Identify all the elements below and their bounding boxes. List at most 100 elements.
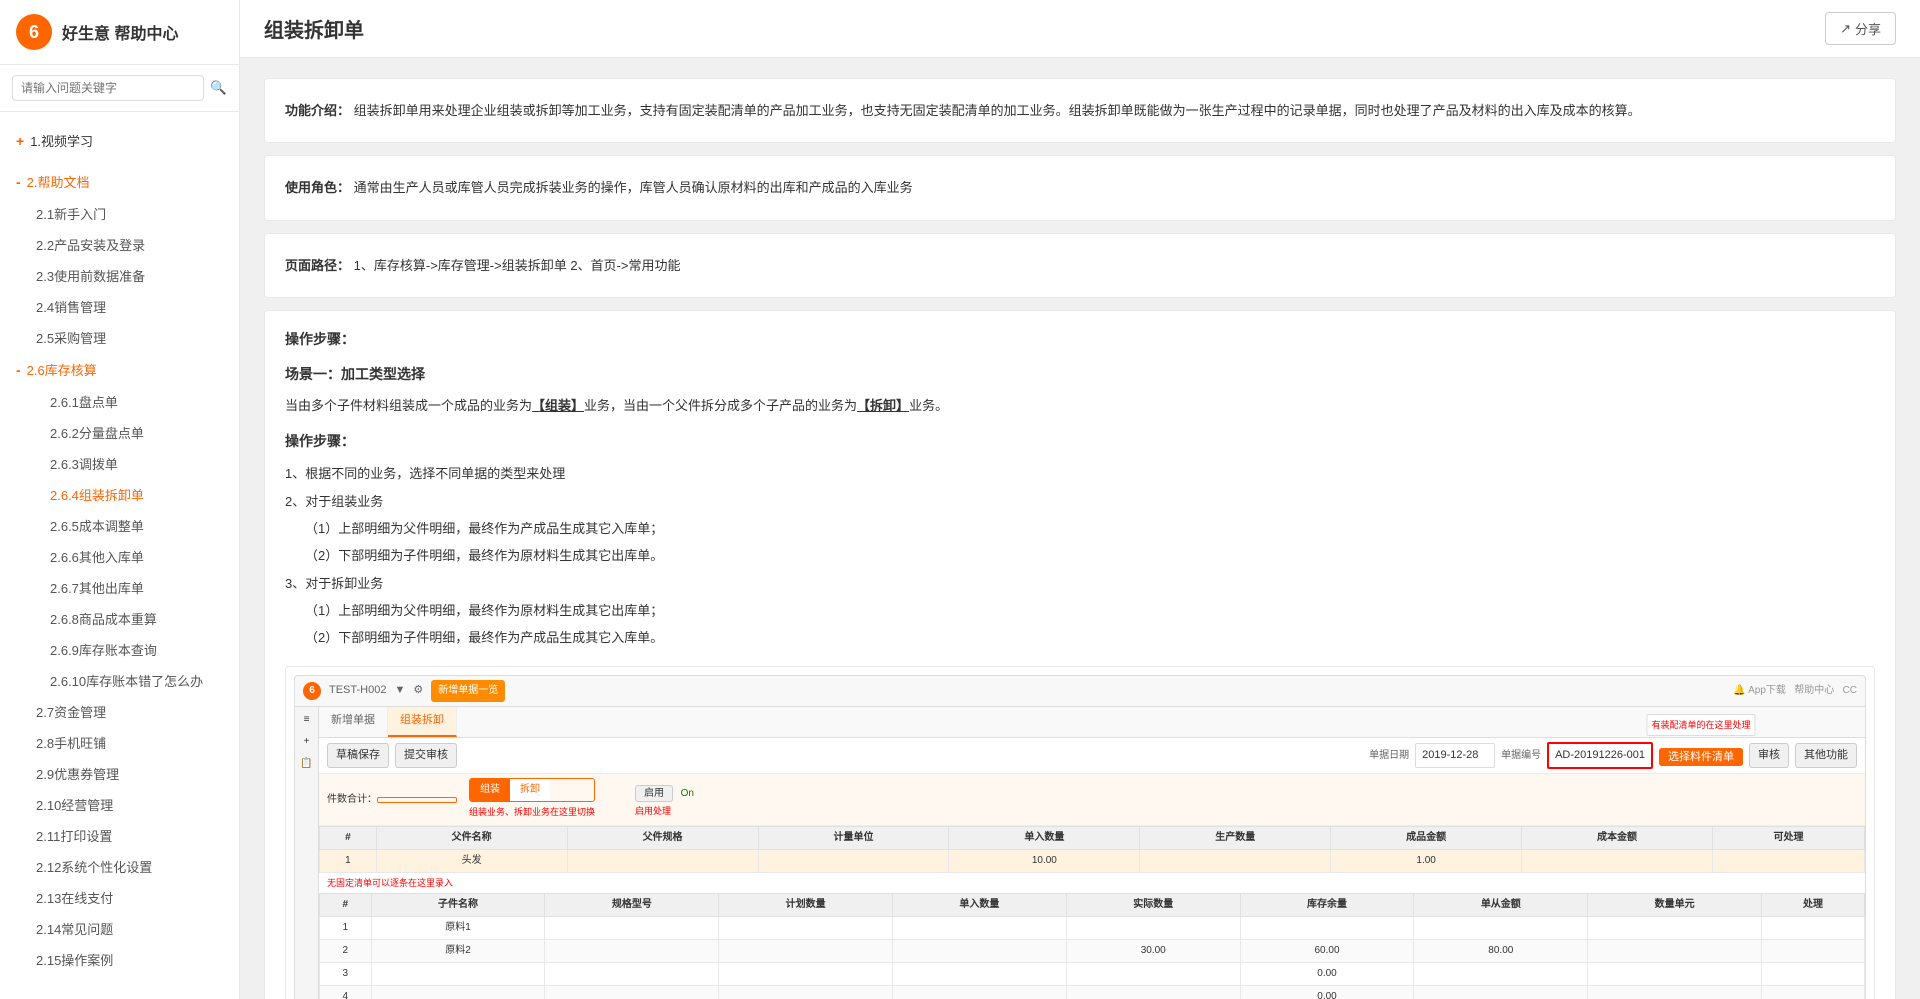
path-card: 页面路径： 1、库存核算->库存管理->组装拆卸单 2、首页->常用功能 bbox=[264, 233, 1896, 298]
mock-th2-process: 处理 bbox=[1762, 893, 1865, 916]
sidebar-item-inventory-ledger[interactable]: 2.6.9库存账本查询 bbox=[0, 634, 239, 665]
sidebar-nav: + 1.视频学习 - 2.帮助文档 2.1新手入门 2.2产品安装及登录 2.3… bbox=[0, 112, 239, 999]
sidebar-item-partial-stocktake[interactable]: 2.6.2分量盘点单 bbox=[0, 417, 239, 448]
mock-td-1-proc bbox=[1712, 849, 1864, 872]
mock-enable-btn[interactable]: 启用 bbox=[635, 785, 673, 802]
sidebar-item-inventory-fix[interactable]: 2.6.10库存账本错了怎么办 bbox=[0, 665, 239, 696]
mock-td-1-num: 1 bbox=[320, 849, 377, 872]
mock-child-row-1: 1 原料1 bbox=[320, 916, 1865, 939]
sidebar-item-label-26: 2.6库存核算 bbox=[27, 360, 97, 379]
mock-td-1-qin: 10.00 bbox=[949, 849, 1140, 872]
sidebar-item-other-out[interactable]: 2.6.7其他出库单 bbox=[0, 572, 239, 603]
mock-th2-unit-from: 单从金额 bbox=[1414, 893, 1588, 916]
sidebar-item-cases[interactable]: 2.15操作案例 bbox=[0, 944, 239, 975]
mock-type-assembly[interactable]: 组装 bbox=[470, 779, 510, 801]
mock-th-product-amt: 成品金额 bbox=[1331, 826, 1522, 849]
mock-th2-actual: 实际数量 bbox=[1066, 893, 1240, 916]
mock-td-1-pqty bbox=[1140, 849, 1331, 872]
mock-th-processable: 可处理 bbox=[1712, 826, 1864, 849]
sidebar-item-other-in[interactable]: 2.6.6其他入库单 bbox=[0, 541, 239, 572]
sidebar-item-video[interactable]: + 1.视频学习 bbox=[0, 124, 239, 157]
search-button[interactable]: 🔍 bbox=[210, 80, 227, 96]
mock-th-cost-amt: 成本金额 bbox=[1522, 826, 1713, 849]
mock-td-1-spec bbox=[567, 849, 758, 872]
mock-th2-num: # bbox=[320, 893, 372, 916]
mock-bom-btn[interactable]: 选择料件清单 bbox=[1659, 748, 1743, 766]
scene1-desc-text: 当由多个子件材料组装成一个成品的业务为 bbox=[285, 398, 532, 413]
mock-form-date-val: 2019-12-28 bbox=[1415, 743, 1495, 769]
mock-child-row-4: 4 0.00 bbox=[320, 985, 1865, 999]
page-title: 组装拆卸单 bbox=[264, 14, 364, 43]
sidebar-item-coupon[interactable]: 2.9优惠券管理 bbox=[0, 758, 239, 789]
sidebar-item-help-docs[interactable]: - 2.帮助文档 bbox=[0, 165, 239, 198]
mock-save-btn[interactable]: 草稿保存 bbox=[327, 743, 389, 769]
step3-2-text: （2）下部明细为子件明细，最终作为产成品生成其它入库单。 bbox=[305, 626, 1875, 649]
screenshot-container: 6 TEST-H002 ▼ ⚙ 新增单据一览 🔔 App下载 帮助中心 CC ≡… bbox=[285, 666, 1875, 999]
mock-submit-btn[interactable]: 提交审核 bbox=[395, 743, 457, 769]
sidebar-item-customize[interactable]: 2.12系统个性化设置 bbox=[0, 851, 239, 882]
sidebar-item-transfer[interactable]: 2.6.3调拨单 bbox=[0, 448, 239, 479]
sidebar-item-ops[interactable]: 2.10经营管理 bbox=[0, 789, 239, 820]
mock-td-1-camt bbox=[1522, 849, 1713, 872]
logo-area: 6 好生意 帮助中心 bbox=[0, 0, 239, 65]
sidebar-item-online-pay[interactable]: 2.13在线支付 bbox=[0, 882, 239, 913]
mock-tab-new[interactable]: 新增单据 bbox=[319, 707, 388, 737]
sidebar-item-label-2: 2.帮助文档 bbox=[27, 172, 90, 191]
role-card: 使用角色： 通常由生产人员或库管人员完成拆装业务的操作，库管人员确认原材料的出库… bbox=[264, 155, 1896, 220]
mock-new-btn[interactable]: 新增单据一览 bbox=[431, 680, 505, 702]
disassembly-term: 【拆卸】 bbox=[857, 398, 909, 413]
nav-section-2: - 2.帮助文档 2.1新手入门 2.2产品安装及登录 2.3使用前数据准备 2… bbox=[0, 161, 239, 979]
main-header: 组装拆卸单 ↗ 分享 bbox=[240, 0, 1920, 58]
mock-type-disassembly[interactable]: 拆卸 bbox=[510, 779, 550, 801]
search-input[interactable] bbox=[12, 75, 204, 101]
step3-1-text: （1）上部明细为父件明细，最终作为原材料生成其它出库单； bbox=[305, 599, 1875, 622]
sidebar-item-faq[interactable]: 2.14常见问题 bbox=[0, 913, 239, 944]
steps-intro: 操作步骤： bbox=[285, 429, 1875, 454]
feature-intro-text: 功能介绍： 组装拆卸单用来处理企业组装或拆卸等加工业务，支持有固定装配清单的产品… bbox=[285, 99, 1875, 122]
on-status: On bbox=[681, 788, 694, 799]
mock-th-qty-in: 单入数量 bbox=[949, 826, 1140, 849]
sidebar-item-finance[interactable]: 2.7资金管理 bbox=[0, 696, 239, 727]
mock-parent-row-1: 1 头发 10.00 1.00 bbox=[320, 849, 1865, 872]
mock-confirm-btn[interactable]: 审核 bbox=[1749, 743, 1789, 769]
sidebar-item-label-1: 1.视频学习 bbox=[30, 131, 93, 150]
sidebar-item-sales[interactable]: 2.4销售管理 bbox=[0, 291, 239, 322]
step2-text: 2、对于组装业务 bbox=[285, 490, 1875, 513]
search-area: 🔍 bbox=[0, 65, 239, 112]
mock-form-num-label: 单据编号 bbox=[1501, 747, 1541, 765]
sidebar-item-print[interactable]: 2.11打印设置 bbox=[0, 820, 239, 851]
sidebar-item-assembly[interactable]: 2.6.4组装拆卸单 bbox=[0, 479, 239, 510]
sidebar-item-data-prep[interactable]: 2.3使用前数据准备 bbox=[0, 260, 239, 291]
sidebar-item-cost-adjust[interactable]: 2.6.5成本调整单 bbox=[0, 510, 239, 541]
mock-count-label: 件数合计： bbox=[327, 791, 377, 809]
annotation-no-bom: 无固定清单可以逐条在这里录入 bbox=[319, 873, 1865, 893]
mock-tab-assembly[interactable]: 组装拆卸 bbox=[388, 707, 457, 737]
sidebar-item-purchase[interactable]: 2.5采购管理 bbox=[0, 322, 239, 353]
mock-app-id: TEST-H002 bbox=[329, 681, 386, 701]
sidebar-item-inventory[interactable]: - 2.6库存核算 bbox=[0, 353, 239, 386]
path-label: 页面路径： bbox=[285, 258, 350, 273]
mock-count-input[interactable] bbox=[377, 797, 457, 803]
mock-td-1-unit bbox=[758, 849, 949, 872]
mock-th-unit: 计量单位 bbox=[758, 826, 949, 849]
sidebar-item-install[interactable]: 2.2产品安装及登录 bbox=[0, 229, 239, 260]
mock-th2-child-name: 子件名称 bbox=[371, 893, 545, 916]
step1-text: 1、根据不同的业务，选择不同单据的类型来处理 bbox=[285, 462, 1875, 485]
role-label: 使用角色： bbox=[285, 180, 350, 195]
mock-th-parent-name: 父件名称 bbox=[376, 826, 567, 849]
feature-intro-card: 功能介绍： 组装拆卸单用来处理企业组装或拆卸等加工业务，支持有固定装配清单的产品… bbox=[264, 78, 1896, 143]
logo-icon: 6 bbox=[16, 14, 52, 50]
main-body: 功能介绍： 组装拆卸单用来处理企业组装或拆卸等加工业务，支持有固定装配清单的产品… bbox=[240, 58, 1920, 999]
mock-parent-table: # 父件名称 父件规格 计量单位 单入数量 生产数量 成品金额 成本金额 可处理 bbox=[319, 826, 1865, 873]
path-content: 1、库存核算->库存管理->组装拆卸单 2、首页->常用功能 bbox=[354, 258, 681, 273]
steps-main-title: 操作步骤： bbox=[285, 327, 1875, 352]
mock-dropdown: ▼ bbox=[394, 681, 405, 701]
share-button[interactable]: ↗ 分享 bbox=[1825, 12, 1896, 45]
sidebar-item-cost-recalc[interactable]: 2.6.8商品成本重算 bbox=[0, 603, 239, 634]
step2-2-text: （2）下部明细为子件明细，最终作为原材料生成其它出库单。 bbox=[305, 544, 1875, 567]
sidebar-item-stocktake[interactable]: 2.6.1盘点单 bbox=[0, 386, 239, 417]
role-content: 通常由生产人员或库管人员完成拆装业务的操作，库管人员确认原材料的出库和产成品的入… bbox=[354, 180, 913, 195]
sidebar-item-newcomer[interactable]: 2.1新手入门 bbox=[0, 198, 239, 229]
mock-other-btn[interactable]: 其他功能 bbox=[1795, 743, 1857, 769]
sidebar-item-mobile[interactable]: 2.8手机旺铺 bbox=[0, 727, 239, 758]
